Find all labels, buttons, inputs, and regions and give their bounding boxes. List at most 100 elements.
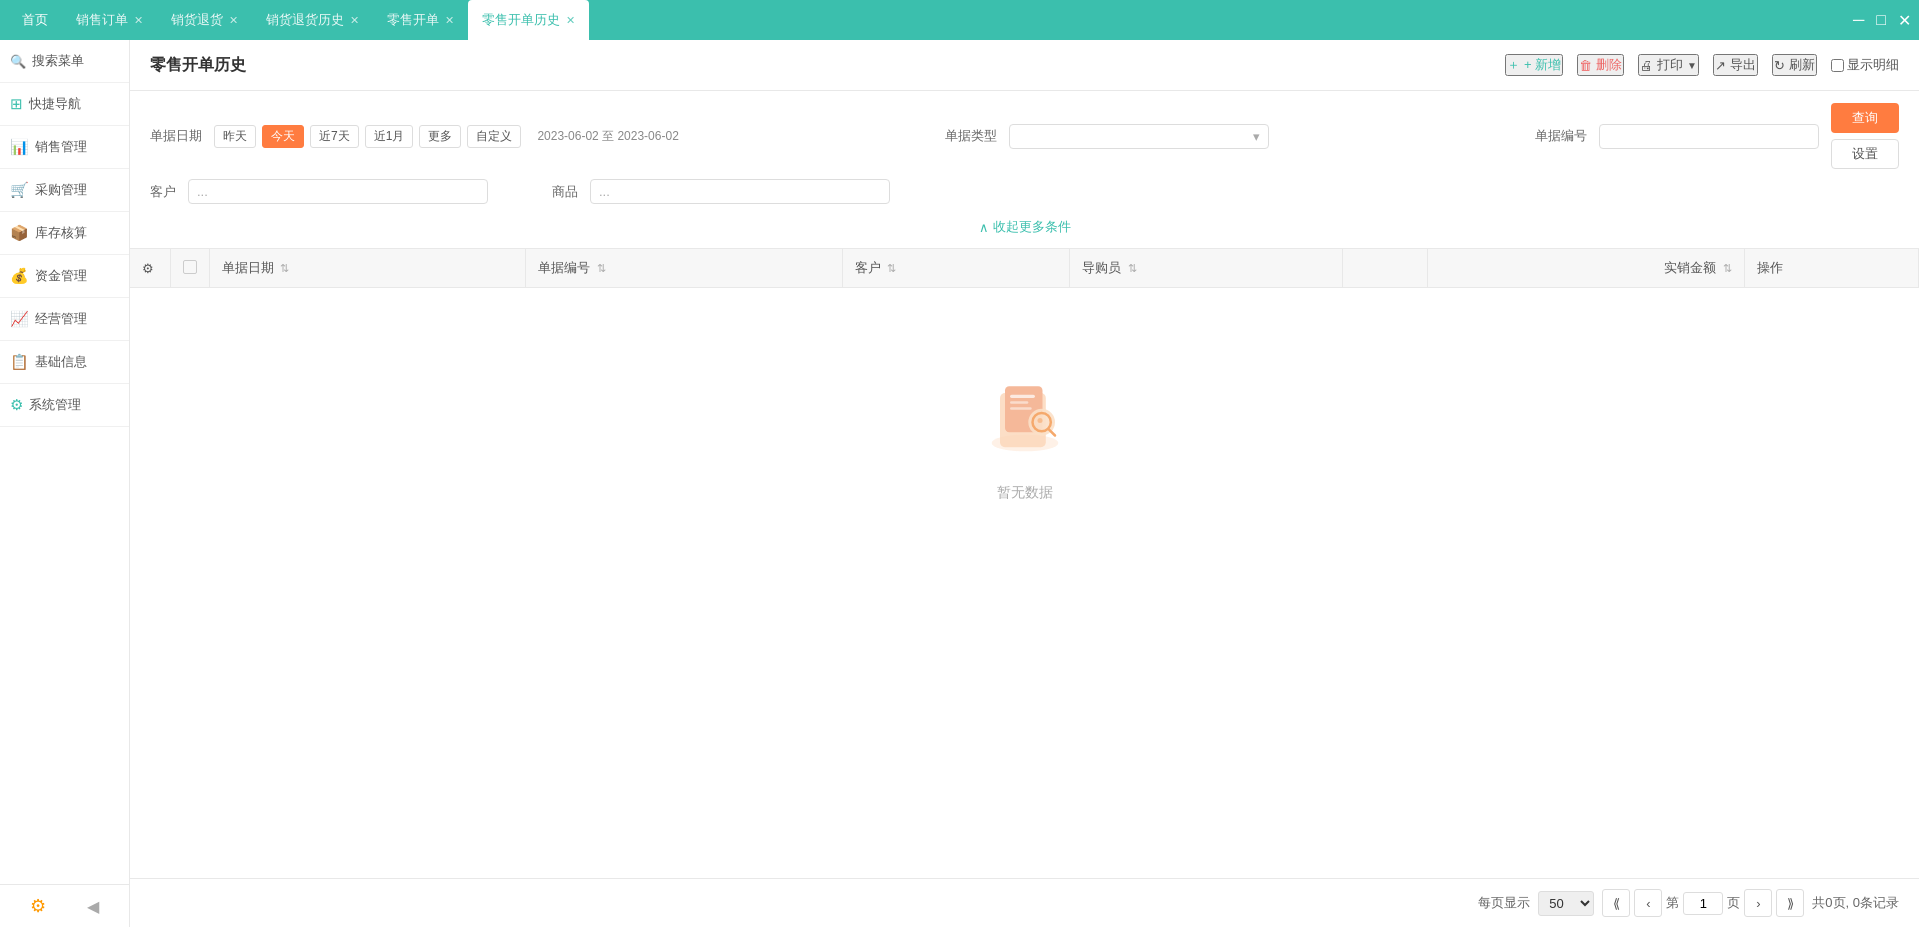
page-last-btn[interactable]: ⟫: [1776, 889, 1804, 917]
doc-type-select[interactable]: ▾: [1009, 124, 1269, 149]
customer-label: 客户: [150, 183, 176, 201]
page-header: 零售开单历史 ＋ + 新增 🗑 删除 🖨 打印 ▼ ↗ 导出: [130, 40, 1919, 91]
window-min-icon[interactable]: ─: [1853, 11, 1864, 30]
setting-button[interactable]: 设置: [1831, 139, 1899, 169]
window-close-icon[interactable]: ✕: [1898, 11, 1911, 30]
add-button[interactable]: ＋ + 新增: [1505, 54, 1563, 76]
th-action-label: 操作: [1757, 260, 1783, 275]
base-info-icon: 📋: [10, 353, 29, 371]
print-icon: 🖨: [1640, 58, 1653, 73]
refresh-icon: ↻: [1774, 58, 1785, 73]
print-label: 打印: [1657, 56, 1683, 74]
tab-retail-open-close[interactable]: ✕: [445, 14, 454, 27]
query-button[interactable]: 查询: [1831, 103, 1899, 133]
sidebar-item-quick-nav[interactable]: ⊞ 快捷导航: [0, 83, 129, 126]
sidebar: 🔍 搜索菜单 ⊞ 快捷导航 📊 销售管理 🛒 采购管理 📦 库存核算 💰 资金管…: [0, 40, 130, 927]
date-today[interactable]: 今天: [262, 125, 304, 148]
th-customer[interactable]: 客户 ⇅: [842, 249, 1070, 288]
page-first-btn[interactable]: ⟪: [1602, 889, 1630, 917]
tab-sales-return[interactable]: 销货退货 ✕: [157, 0, 252, 40]
sidebar-item-finance[interactable]: 💰 资金管理: [0, 255, 129, 298]
tab-bar: 首页 销售订单 ✕ 销货退货 ✕ 销货退货历史 ✕ 零售开单 ✕ 零售开单历史 …: [0, 0, 1919, 40]
export-label: 导出: [1730, 56, 1756, 74]
sidebar-bottom: ⚙ ◀: [0, 884, 129, 927]
page-prev-btn[interactable]: ‹: [1634, 889, 1662, 917]
th-checkbox[interactable]: [170, 249, 209, 288]
sidebar-item-inventory[interactable]: 📦 库存核算: [0, 212, 129, 255]
sidebar-item-purchase-mgmt[interactable]: 🛒 采购管理: [0, 169, 129, 212]
delete-icon: 🗑: [1579, 58, 1592, 73]
th-settings[interactable]: ⚙: [130, 249, 170, 288]
sidebar-search-label: 搜索菜单: [32, 52, 84, 70]
date-last-month[interactable]: 近1月: [365, 125, 414, 148]
select-all-checkbox[interactable]: [183, 260, 197, 274]
tab-home[interactable]: 首页: [8, 0, 62, 40]
display-detail-checkbox[interactable]: [1831, 59, 1844, 72]
tab-retail-open-label: 零售开单: [387, 11, 439, 29]
th-customer-sort-icon[interactable]: ⇅: [887, 262, 896, 274]
export-icon: ↗: [1715, 58, 1726, 73]
delete-button[interactable]: 🗑 删除: [1577, 54, 1624, 76]
empty-text: 暂无数据: [997, 484, 1053, 502]
th-guide-sort-icon[interactable]: ⇅: [1128, 262, 1137, 274]
sidebar-base-info-label: 基础信息: [35, 353, 87, 371]
quick-nav-icon: ⊞: [10, 95, 23, 113]
th-doc-no-sort-icon[interactable]: ⇅: [597, 262, 606, 274]
content-area: 零售开单历史 ＋ + 新增 🗑 删除 🖨 打印 ▼ ↗ 导出: [130, 40, 1919, 927]
window-max-icon[interactable]: □: [1876, 11, 1886, 30]
display-detail-toggle[interactable]: 显示明细: [1831, 56, 1899, 74]
search-icon: 🔍: [10, 54, 26, 69]
th-amount-sort-icon[interactable]: ⇅: [1723, 262, 1732, 274]
tab-sales-order[interactable]: 销售订单 ✕: [62, 0, 157, 40]
tab-sales-return-history[interactable]: 销货退货历史 ✕: [252, 0, 373, 40]
refresh-button[interactable]: ↻ 刷新: [1772, 54, 1817, 76]
sidebar-item-sales-mgmt[interactable]: 📊 销售管理: [0, 126, 129, 169]
tab-retail-open[interactable]: 零售开单 ✕: [373, 0, 468, 40]
tab-sales-return-history-close[interactable]: ✕: [350, 14, 359, 27]
print-button[interactable]: 🖨 打印 ▼: [1638, 54, 1699, 76]
sidebar-item-base-info[interactable]: 📋 基础信息: [0, 341, 129, 384]
sidebar-item-sys-mgmt[interactable]: ⚙ 系统管理: [0, 384, 129, 427]
action-buttons: 查询 设置: [1831, 103, 1899, 169]
tab-sales-order-label: 销售订单: [76, 11, 128, 29]
th-date-sort-icon[interactable]: ⇅: [280, 262, 289, 274]
inventory-icon: 📦: [10, 224, 29, 242]
tab-sales-order-close[interactable]: ✕: [134, 14, 143, 27]
empty-illustration: [975, 368, 1075, 468]
toolbar: ＋ + 新增 🗑 删除 🖨 打印 ▼ ↗ 导出 ↻: [1505, 54, 1899, 76]
th-doc-no-label: 单据编号: [538, 260, 590, 275]
sidebar-quick-nav-label: 快捷导航: [29, 95, 81, 113]
sidebar-purchase-mgmt-label: 采购管理: [35, 181, 87, 199]
doc-type-arrow-icon: ▾: [1253, 129, 1260, 144]
th-guide[interactable]: 导购员 ⇅: [1070, 249, 1342, 288]
tab-retail-open-history[interactable]: 零售开单历史 ✕: [468, 0, 589, 40]
sidebar-item-operations[interactable]: 📈 经营管理: [0, 298, 129, 341]
sidebar-collapse-icon[interactable]: ◀: [87, 897, 99, 916]
sidebar-search[interactable]: 🔍 搜索菜单: [0, 40, 129, 83]
page-input[interactable]: [1683, 892, 1723, 915]
th-amount[interactable]: 实销金额 ⇅: [1428, 249, 1745, 288]
date-last7[interactable]: 近7天: [310, 125, 359, 148]
customer-select[interactable]: ...: [188, 179, 488, 204]
settings-icon[interactable]: ⚙: [142, 261, 154, 276]
doc-no-input[interactable]: [1599, 124, 1819, 149]
tab-sales-return-close[interactable]: ✕: [229, 14, 238, 27]
page-size-select[interactable]: 50 10 20 100: [1538, 891, 1594, 916]
tab-retail-open-history-close[interactable]: ✕: [566, 14, 575, 27]
filter-area: 单据日期 昨天 今天 近7天 近1月 更多 自定义 2023-06-02 至 2…: [130, 91, 1919, 249]
page-next-btn[interactable]: ›: [1744, 889, 1772, 917]
goods-select[interactable]: ...: [590, 179, 890, 204]
th-date-label: 单据日期: [222, 260, 274, 275]
filter-row-2: 客户 ... 商品 ...: [150, 179, 1899, 204]
th-date[interactable]: 单据日期 ⇅: [209, 249, 526, 288]
th-doc-no[interactable]: 单据编号 ⇅: [526, 249, 843, 288]
date-yesterday[interactable]: 昨天: [214, 125, 256, 148]
collapse-more-btn[interactable]: ∧ 收起更多条件: [150, 214, 1899, 240]
date-more[interactable]: 更多: [419, 125, 461, 148]
export-button[interactable]: ↗ 导出: [1713, 54, 1758, 76]
date-custom[interactable]: 自定义: [467, 125, 521, 148]
svg-point-9: [1037, 418, 1042, 423]
table-header-row: ⚙ 单据日期 ⇅ 单据编号 ⇅: [130, 249, 1919, 288]
sidebar-settings-icon[interactable]: ⚙: [30, 895, 46, 917]
filter-row-1: 单据日期 昨天 今天 近7天 近1月 更多 自定义 2023-06-02 至 2…: [150, 103, 1899, 169]
